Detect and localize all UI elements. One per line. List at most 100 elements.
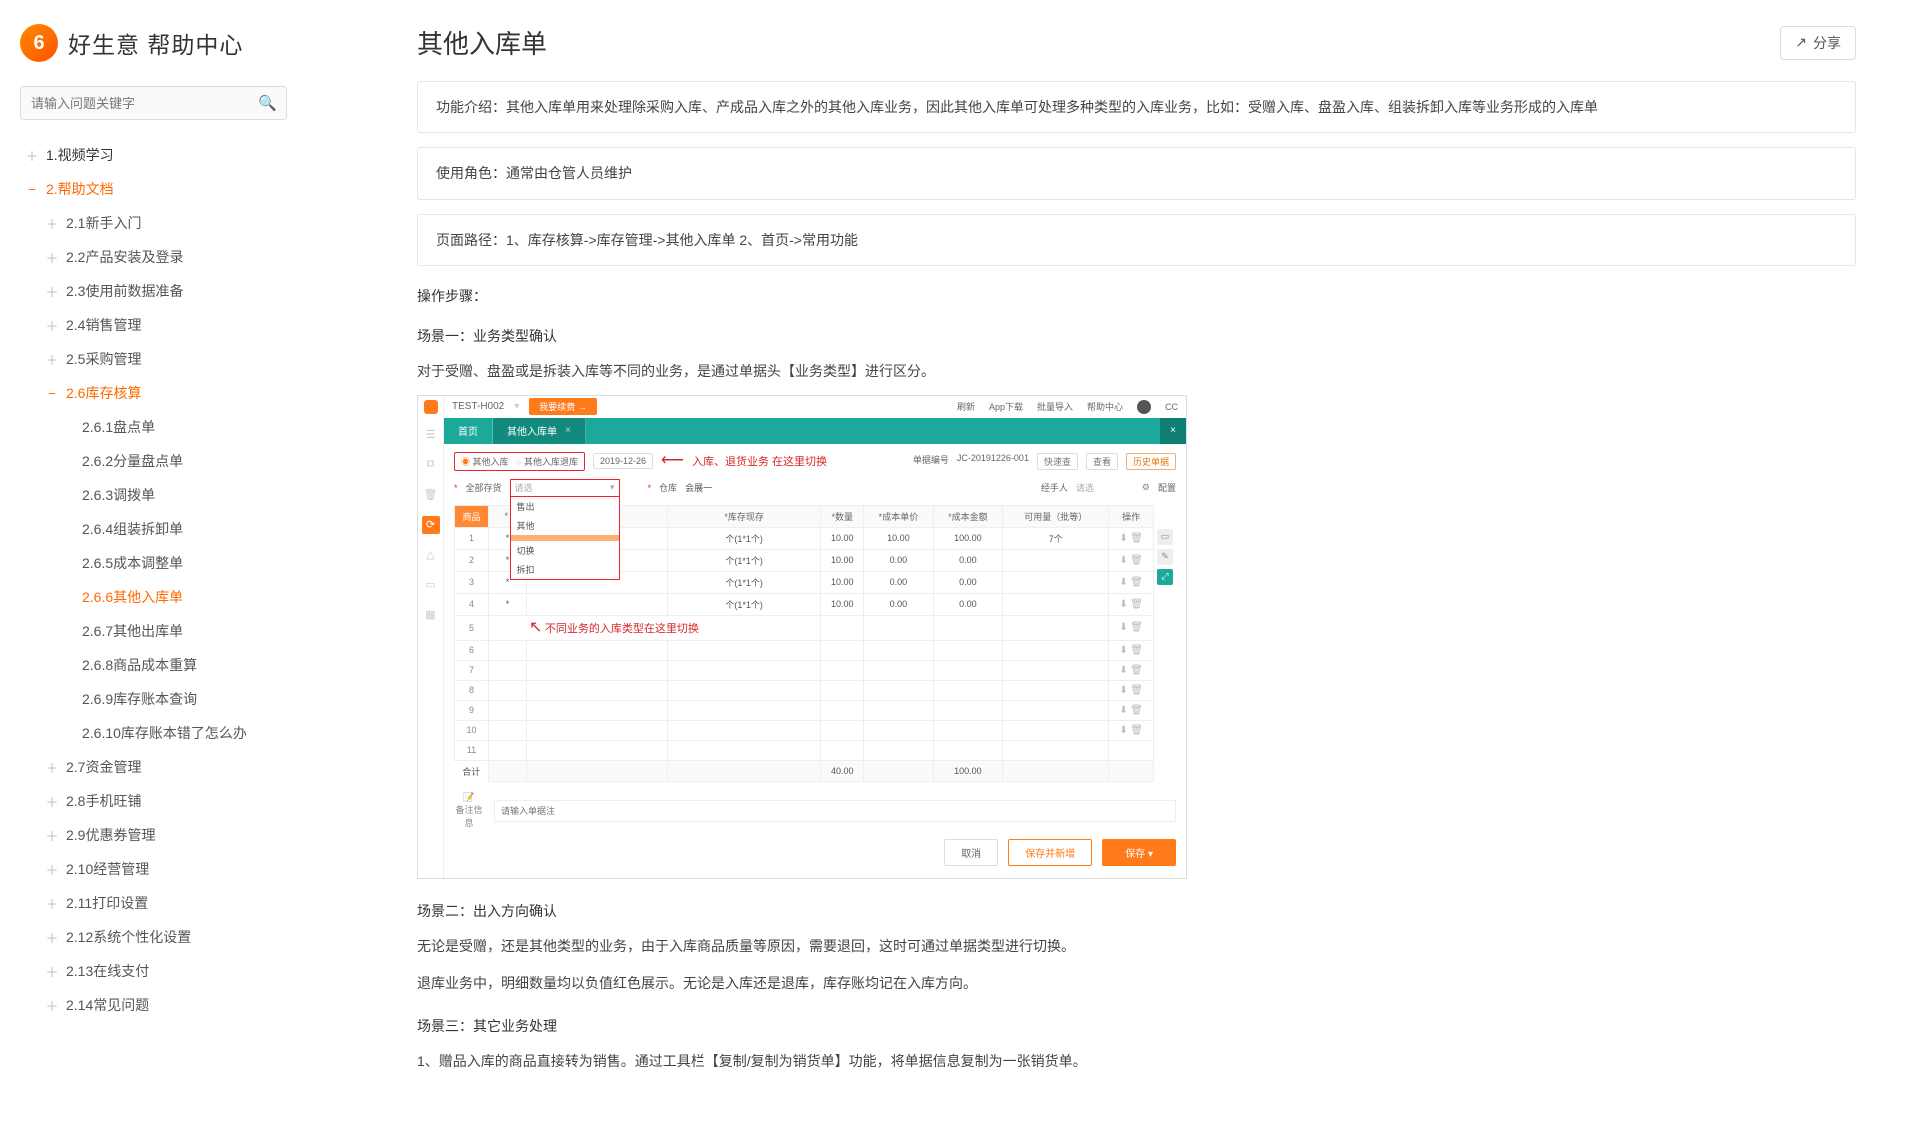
shot-radio-label: 其他入库 <box>473 457 509 467</box>
shot-side-icon: ▭ <box>422 576 440 594</box>
shot-pill: 查看 <box>1086 453 1118 470</box>
nav-2-14[interactable]: ＋2.14常见问题 <box>20 988 287 1022</box>
nav-2-1[interactable]: ＋2.1新手入门 <box>20 206 287 240</box>
nav-video[interactable]: ＋ 1.视频学习 <box>20 138 287 172</box>
nav-2-6-5[interactable]: 2.6.5成本调整单 <box>20 546 287 580</box>
shot-side-icon: 🗑 <box>422 486 440 504</box>
share-icon: ↗ <box>1795 34 1807 51</box>
nav-label: 2.8手机旺铺 <box>66 791 141 811</box>
shot-memo-input <box>494 800 1176 822</box>
search-icon[interactable]: 🔍 <box>258 94 277 112</box>
nav-label: 1.视频学习 <box>46 145 114 165</box>
nav-2-7[interactable]: ＋ 2.7资金管理 <box>20 750 287 784</box>
nav-2-6-6[interactable]: 2.6.6其他入库单 <box>20 580 287 614</box>
search-box: 🔍 <box>20 86 287 120</box>
shot-dropdown-list: 售出 其他 切换 拆扣 <box>510 496 620 580</box>
shot-link: App下载 <box>989 400 1023 413</box>
nav-2-6-8[interactable]: 2.6.8商品成本重算 <box>20 648 287 682</box>
scene3-text1: 1、赠品入库的商品直接转为销售。通过工具栏【复制/复制为销货单】功能，将单据信息… <box>417 1048 1856 1075</box>
nav-2-9[interactable]: ＋2.9优惠券管理 <box>20 818 287 852</box>
nav-2-13[interactable]: ＋2.13在线支付 <box>20 954 287 988</box>
plus-icon: ＋ <box>44 963 60 979</box>
delete-icon: 🗑 <box>1130 645 1143 656</box>
table-row: 5↖ 不同业务的入库类型在这里切换⬇ 🗑 <box>455 615 1154 640</box>
scene3-head: 场景三：其它业务处理 <box>417 1016 1856 1036</box>
nav-2-6-4[interactable]: 2.6.4组装拆卸单 <box>20 512 287 546</box>
shot-sidebar: ☰ ⧉ 🗑 ⟳ △ ▭ ▦ <box>418 396 444 879</box>
intro-label: 功能介绍： <box>436 99 506 115</box>
nav-2-6[interactable]: −2.6库存核算 <box>20 376 287 410</box>
role-box: 使用角色：通常由仓管人员维护 <box>417 147 1856 199</box>
nav-2-12[interactable]: ＋2.12系统个性化设置 <box>20 920 287 954</box>
close-icon: × <box>565 425 571 436</box>
shot-buttons: 取消 保存并新增 保存 ▾ <box>454 839 1176 866</box>
download-icon: ⬇ <box>1119 705 1127 716</box>
plus-icon: ＋ <box>44 827 60 843</box>
arrow-icon: ⟵ <box>661 453 684 469</box>
nav-2-6-9[interactable]: 2.6.9库存账本查询 <box>20 682 287 716</box>
table-row: 11 <box>455 740 1154 760</box>
nav-2-11[interactable]: ＋2.11打印设置 <box>20 886 287 920</box>
shot-top-links: 刷新 App下载 批量导入 帮助中心 CC <box>957 400 1178 414</box>
shot-side-icon: △ <box>422 546 440 564</box>
nav-label: 2.6.8商品成本重算 <box>82 655 197 675</box>
shot-env-label: TEST-H002 <box>452 401 504 412</box>
shot-maker-value: 请选 <box>1076 481 1094 494</box>
brand-logo: 6 <box>20 24 58 62</box>
plus-icon: ＋ <box>44 317 60 333</box>
shot-side-icon-active: ⟳ <box>422 516 440 534</box>
nav-docs[interactable]: −2.帮助文档 <box>20 172 287 206</box>
shot-pill: 快速查 <box>1037 453 1078 470</box>
nav-label: 2.12系统个性化设置 <box>66 927 191 947</box>
table-row: 10⬇ 🗑 <box>455 720 1154 740</box>
shot-tab-label: 其他入库单 <box>507 423 557 438</box>
download-icon: ⬇ <box>1119 533 1127 544</box>
nav-label: 2.7资金管理 <box>66 757 141 777</box>
scene1-head: 场景一：业务类型确认 <box>417 326 1856 346</box>
nav-label: 2.6.6其他入库单 <box>82 587 183 607</box>
shot-side-icon: ⧉ <box>422 456 440 474</box>
shot-side-icon: ▦ <box>422 606 440 624</box>
nav-label: 2.6.2分量盘点单 <box>82 451 183 471</box>
nav-2-2[interactable]: ＋ 2.2产品安装及登录 <box>20 240 287 274</box>
table-totals: 合计40.00100.00 <box>455 760 1154 782</box>
nav-2-6-10[interactable]: 2.6.10库存账本错了怎么办 <box>20 716 287 750</box>
scene2-text1: 无论是受赠，还是其他类型的业务，由于入库商品质量等原因，需要退回，这时可通过单据… <box>417 933 1856 960</box>
delete-icon: 🗑 <box>1130 705 1143 716</box>
shot-filter-label: 全部存货 <box>466 481 502 494</box>
nav-tree: ＋1.视频学习 −2.帮助文档 ＋2.1新手入门 ＋2.2产品安装及登录 ＋2.… <box>20 138 287 1022</box>
nav-2-6-1[interactable]: 2.6.1盘点单 <box>20 410 287 444</box>
shot-logo-icon <box>424 400 438 414</box>
delete-icon: 🗑 <box>1130 599 1143 610</box>
nav-2-4[interactable]: ＋2.4销售管理 <box>20 308 287 342</box>
plus-icon: ＋ <box>44 351 60 367</box>
search-input[interactable] <box>20 86 287 120</box>
shot-select: 请选▾ <box>510 479 620 497</box>
rail-icon: ✎ <box>1157 549 1173 565</box>
nav-2-5[interactable]: ＋2.5采购管理 <box>20 342 287 376</box>
plus-icon: ＋ <box>44 997 60 1013</box>
download-icon: ⬇ <box>1119 622 1127 633</box>
nav-2-10[interactable]: ＋2.10经营管理 <box>20 852 287 886</box>
nav-2-8[interactable]: ＋2.8手机旺铺 <box>20 784 287 818</box>
nav-2-6-7[interactable]: 2.6.7其他出库单 <box>20 614 287 648</box>
nav-label: 2.2产品安装及登录 <box>66 247 183 267</box>
plus-icon: ＋ <box>44 249 60 265</box>
nav-2-3[interactable]: ＋2.3使用前数据准备 <box>20 274 287 308</box>
th: 可用量（批等） <box>1003 505 1109 527</box>
plus-icon: ＋ <box>44 759 60 775</box>
download-icon: ⬇ <box>1119 685 1127 696</box>
shot-date-field: 2019-12-26 <box>593 453 653 469</box>
plus-icon: ＋ <box>44 861 60 877</box>
path-label: 页面路径： <box>436 232 506 248</box>
plus-icon: ＋ <box>24 147 40 163</box>
delete-icon: 🗑 <box>1130 685 1143 696</box>
nav-label: 2.1新手入门 <box>66 213 141 233</box>
nav-2-6-3[interactable]: 2.6.3调拨单 <box>20 478 287 512</box>
share-button[interactable]: ↗ 分享 <box>1780 26 1856 60</box>
shot-right-rail: ▭ ✎ ⤢ <box>1154 505 1176 783</box>
nav-label: 2.6.9库存账本查询 <box>82 689 197 709</box>
shot-option: 切换 <box>511 541 619 560</box>
nav-2-6-2[interactable]: 2.6.2分量盘点单 <box>20 444 287 478</box>
intro-text: 其他入库单用来处理除采购入库、产成品入库之外的其他入库业务，因此其他入库单可处理… <box>506 99 1598 115</box>
